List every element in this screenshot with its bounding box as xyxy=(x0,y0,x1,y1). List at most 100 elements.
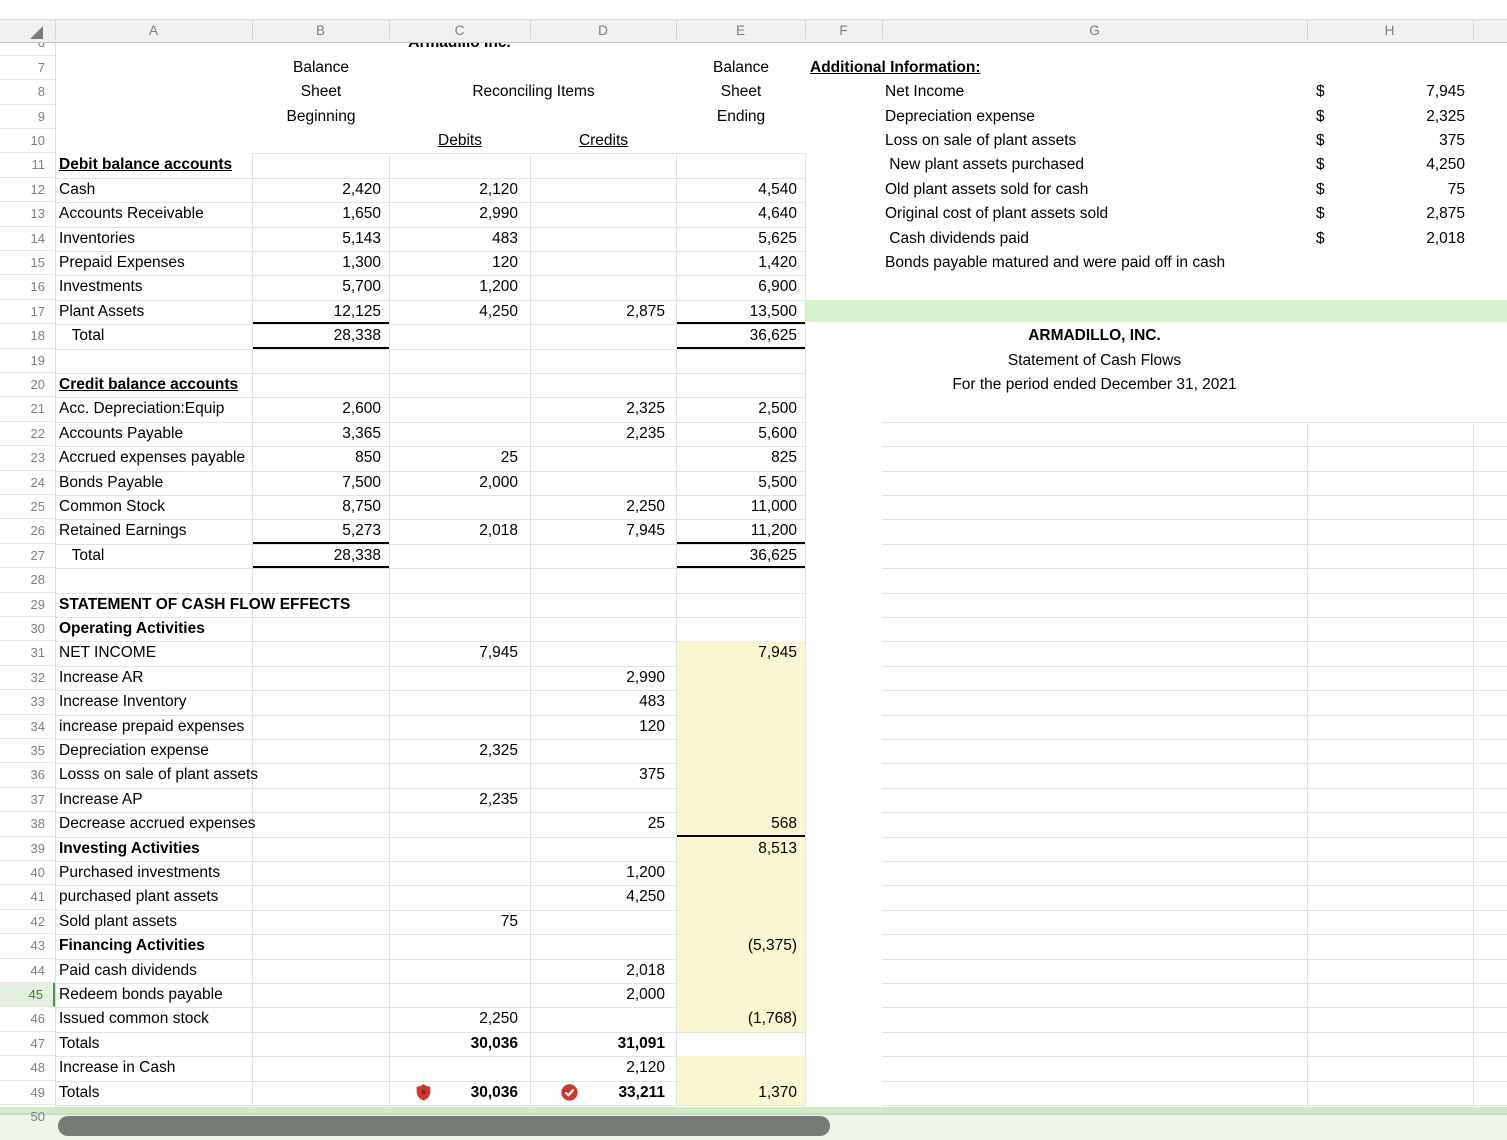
row-header-34[interactable]: 34 xyxy=(0,715,55,739)
cell-A44[interactable]: Paid cash dividends xyxy=(56,959,197,983)
row-header-21[interactable]: 21 xyxy=(0,397,55,422)
cell-A27[interactable]: Total xyxy=(56,544,105,568)
cell-D36[interactable]: 375 xyxy=(531,763,676,787)
column-header-H[interactable]: H xyxy=(1307,20,1472,42)
cell-E27[interactable]: 36,625 xyxy=(677,544,805,569)
cell-A47[interactable]: Totals xyxy=(56,1032,100,1056)
cell-D41[interactable]: 4,250 xyxy=(531,885,676,909)
cell-A41[interactable]: purchased plant assets xyxy=(56,885,218,909)
cell-A39[interactable]: Investing Activities xyxy=(56,837,200,861)
row-header-32[interactable]: 32 xyxy=(0,666,55,691)
cell-E23[interactable]: 825 xyxy=(677,446,805,470)
row-header-26[interactable]: 26 xyxy=(0,519,55,544)
cell-C15[interactable]: 120 xyxy=(390,251,530,275)
cell-E25[interactable]: 11,000 xyxy=(677,495,805,519)
cell-C49[interactable]: 30,036 xyxy=(390,1081,530,1105)
column-header-E[interactable]: E xyxy=(676,20,805,42)
cell-A31[interactable]: NET INCOME xyxy=(56,641,156,665)
cell-E13[interactable]: 4,640 xyxy=(677,202,805,226)
cell-A32[interactable]: Increase AR xyxy=(56,666,143,690)
row-header-48[interactable]: 48 xyxy=(0,1056,55,1081)
cell-A20[interactable]: Credit balance accounts xyxy=(56,373,238,397)
cell-B12[interactable]: 2,420 xyxy=(253,178,389,202)
cell-A34[interactable]: increase prepaid expenses xyxy=(56,715,244,739)
cell-D10[interactable]: Credits xyxy=(531,129,676,153)
cell-A30[interactable]: Operating Activities xyxy=(56,617,205,641)
cell-D21[interactable]: 2,325 xyxy=(531,397,676,421)
cell-A42[interactable]: Sold plant assets xyxy=(56,910,177,934)
cell-C47[interactable]: 30,036 xyxy=(390,1032,530,1056)
cell-B23[interactable]: 850 xyxy=(253,446,389,470)
row-header-12[interactable]: 12 xyxy=(0,178,55,203)
row-header-33[interactable]: 33 xyxy=(0,690,55,715)
cell-D17[interactable]: 2,875 xyxy=(531,300,676,324)
cell-A40[interactable]: Purchased investments xyxy=(56,861,220,885)
cell-A15[interactable]: Prepaid Expenses xyxy=(56,251,185,275)
cell-D48[interactable]: 2,120 xyxy=(531,1056,676,1080)
horizontal-scrollbar[interactable] xyxy=(58,1116,830,1136)
row-header-41[interactable]: 41 xyxy=(0,885,55,910)
cell-E36[interactable] xyxy=(677,763,805,788)
cell-C14[interactable]: 483 xyxy=(390,227,530,251)
row-header-43[interactable]: 43 xyxy=(0,934,55,959)
row-header-44[interactable]: 44 xyxy=(0,959,55,983)
cell-A25[interactable]: Common Stock xyxy=(56,495,165,519)
row-header-15[interactable]: 15 xyxy=(0,251,55,276)
cell-E14[interactable]: 5,625 xyxy=(677,227,805,251)
cell-E7[interactable]: Balance xyxy=(677,56,805,80)
cell-D45[interactable]: 2,000 xyxy=(531,983,676,1007)
cell-E18[interactable]: 36,625 xyxy=(677,324,805,349)
row-header-28[interactable]: 28 xyxy=(0,568,55,593)
cell-C13[interactable]: 2,990 xyxy=(390,202,530,226)
row-header-31[interactable]: 31 xyxy=(0,641,55,666)
row-header-29[interactable]: 29 xyxy=(0,593,55,617)
cell-E48[interactable] xyxy=(677,1056,805,1081)
cell-A36[interactable]: Losss on sale of plant assets xyxy=(56,763,258,787)
cell-A21[interactable]: Acc. Depreciation:Equip xyxy=(56,397,224,421)
cell-C16[interactable]: 1,200 xyxy=(390,275,530,299)
cell-A45[interactable]: Redeem bonds payable xyxy=(56,983,223,1007)
column-header-A[interactable]: A xyxy=(55,20,252,42)
row-header-13[interactable]: 13 xyxy=(0,202,55,227)
cell-E12[interactable]: 4,540 xyxy=(677,178,805,202)
cell-A33[interactable]: Increase Inventory xyxy=(56,690,187,714)
cell-C46[interactable]: 2,250 xyxy=(390,1007,530,1031)
row-header-17[interactable]: 17 xyxy=(0,300,55,325)
cell-A35[interactable]: Depreciation expense xyxy=(56,739,209,763)
cell-C42[interactable]: 75 xyxy=(390,910,530,934)
cell-B8[interactable]: Sheet xyxy=(253,80,389,104)
cell-E21[interactable]: 2,500 xyxy=(677,397,805,421)
cell-E9[interactable]: Ending xyxy=(677,105,805,129)
column-header-G[interactable]: G xyxy=(882,20,1307,42)
cell-B22[interactable]: 3,365 xyxy=(253,422,389,446)
cell-A16[interactable]: Investments xyxy=(56,275,143,299)
cell-B18[interactable]: 28,338 xyxy=(253,324,389,349)
cell-A46[interactable]: Issued common stock xyxy=(56,1007,209,1031)
row-header-10[interactable]: 10 xyxy=(0,129,55,154)
cell-A26[interactable]: Retained Earnings xyxy=(56,519,187,543)
column-header-C[interactable]: C xyxy=(389,20,530,42)
cell-A18[interactable]: Total xyxy=(56,324,105,348)
row-header-40[interactable]: 40 xyxy=(0,861,55,886)
cell-B24[interactable]: 7,500 xyxy=(253,471,389,495)
cell-A17[interactable]: Plant Assets xyxy=(56,300,144,324)
cell-E38[interactable]: 568 xyxy=(677,812,805,837)
cell-E32[interactable] xyxy=(677,665,805,691)
cell-B21[interactable]: 2,600 xyxy=(253,397,389,421)
cell-B17[interactable]: 12,125 xyxy=(253,300,389,325)
row-header-36[interactable]: 36 xyxy=(0,763,55,788)
cell-E46[interactable]: (1,768) xyxy=(677,1007,805,1032)
cell-E39[interactable]: 8,513 xyxy=(677,836,805,861)
cell-B26[interactable]: 5,273 xyxy=(253,519,389,544)
row-header-7[interactable]: 7 xyxy=(0,56,55,81)
column-header-F[interactable]: F xyxy=(805,20,882,42)
cell-C23[interactable]: 25 xyxy=(390,446,530,470)
cell-D49[interactable]: 33,211 xyxy=(531,1081,676,1105)
cell-A43[interactable]: Financing Activities xyxy=(56,934,205,958)
cell-B7[interactable]: Balance xyxy=(253,56,389,80)
row-header-18[interactable]: 18 xyxy=(0,324,55,349)
cell-E40[interactable] xyxy=(677,861,805,886)
cell-A29[interactable]: STATEMENT OF CASH FLOW EFFECTS xyxy=(56,593,350,617)
cell-E26[interactable]: 11,200 xyxy=(677,519,805,544)
cell-C12[interactable]: 2,120 xyxy=(390,178,530,202)
